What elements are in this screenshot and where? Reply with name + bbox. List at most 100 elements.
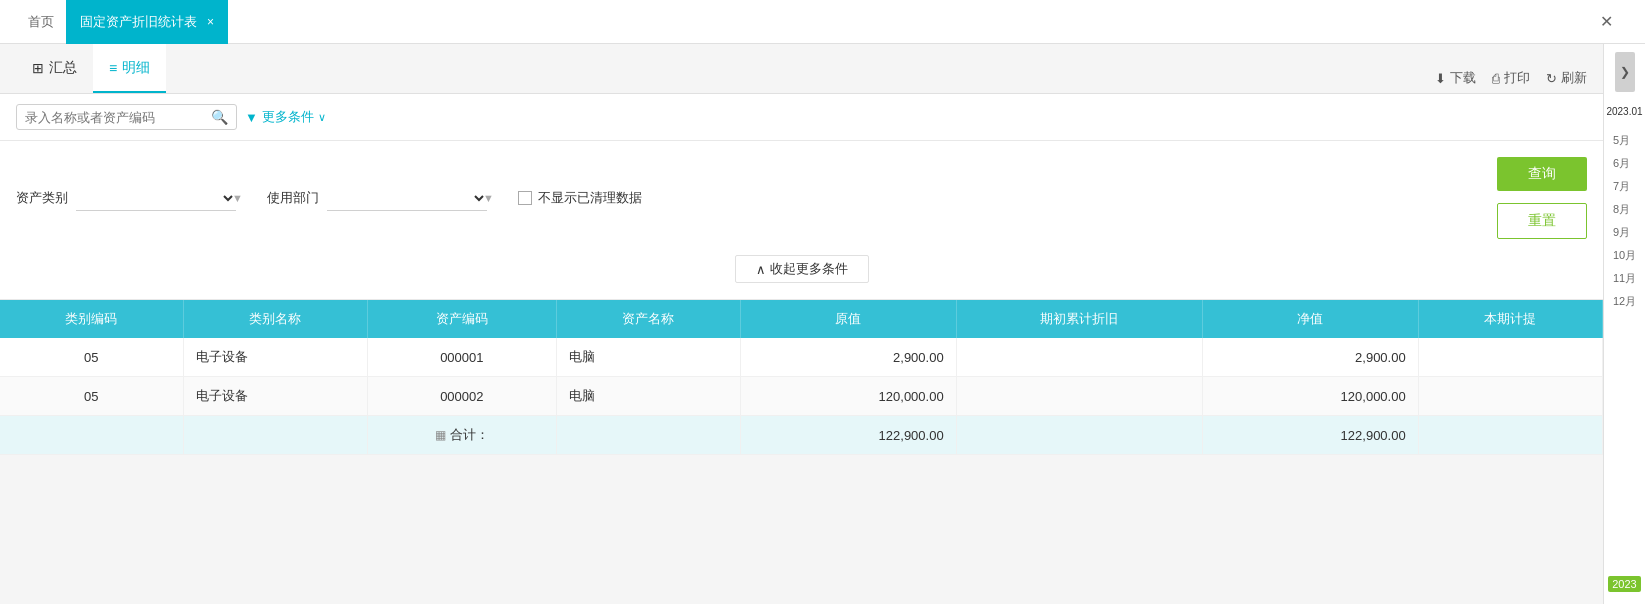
summary-icon: ⊞ bbox=[32, 60, 44, 76]
filter-asset-category: 资产类别 ▼ bbox=[16, 185, 243, 211]
col-asset-code: 资产编码 bbox=[367, 300, 556, 338]
tab-summary[interactable]: ⊞ 汇总 bbox=[16, 44, 93, 93]
print-label: 打印 bbox=[1504, 69, 1530, 87]
total-label: 合计： bbox=[450, 426, 489, 444]
collapse-icon: ∧ bbox=[756, 262, 766, 277]
date-label: 2023.01 bbox=[1606, 102, 1642, 121]
sidebar-month-item[interactable]: 5月 bbox=[1613, 129, 1636, 152]
sidebar-month-item[interactable]: 11月 bbox=[1613, 267, 1636, 290]
cell-net-value: 120,000.00 bbox=[1203, 377, 1419, 416]
category-dropdown-icon: ▼ bbox=[232, 192, 243, 204]
no-clear-data-label: 不显示已清理数据 bbox=[538, 189, 642, 207]
department-dropdown-icon: ▼ bbox=[483, 192, 494, 204]
tab-actions: ⬇ 下载 ⎙ 打印 ↻ 刷新 bbox=[1435, 69, 1587, 93]
table-row: 05 电子设备 000001 电脑 2,900.00 2,900.00 bbox=[0, 338, 1603, 377]
no-clear-data-checkbox[interactable] bbox=[518, 191, 532, 205]
cell-current-period bbox=[1418, 338, 1602, 377]
tab-close-icon[interactable]: × bbox=[207, 15, 214, 29]
tab-summary-label: 汇总 bbox=[49, 59, 77, 77]
cell-asset-code: 000001 bbox=[367, 338, 556, 377]
print-icon: ⎙ bbox=[1492, 71, 1500, 86]
total-icon: ▦ bbox=[435, 428, 446, 442]
window-close-button[interactable]: ✕ bbox=[1584, 12, 1629, 31]
search-input[interactable] bbox=[25, 110, 205, 125]
left-panel: ⊞ 汇总 ≡ 明细 ⬇ 下载 ⎙ 打印 ↻ 刷新 bbox=[0, 44, 1603, 604]
cell-net-value: 2,900.00 bbox=[1203, 338, 1419, 377]
tab-detail[interactable]: ≡ 明细 bbox=[93, 44, 166, 93]
cell-initial-depreciation bbox=[956, 377, 1202, 416]
sidebar-month-item[interactable]: 8月 bbox=[1613, 198, 1636, 221]
col-category-name: 类别名称 bbox=[183, 300, 367, 338]
sidebar-month-item[interactable]: 6月 bbox=[1613, 152, 1636, 175]
download-icon: ⬇ bbox=[1435, 71, 1446, 86]
cell-category-name: 电子设备 bbox=[183, 377, 367, 416]
cell-original-value: 120,000.00 bbox=[741, 377, 957, 416]
sidebar-month-item[interactable]: 12月 bbox=[1613, 290, 1636, 313]
detail-icon: ≡ bbox=[109, 60, 117, 76]
sidebar-month-item[interactable]: 10月 bbox=[1613, 244, 1636, 267]
collapse-button[interactable]: ∧ 收起更多条件 bbox=[735, 255, 869, 283]
tab-detail-label: 明细 bbox=[122, 59, 150, 77]
sidebar-expand-button[interactable]: ❯ bbox=[1615, 52, 1635, 92]
asset-category-select[interactable] bbox=[76, 185, 236, 211]
sidebar-month-item[interactable]: 9月 bbox=[1613, 221, 1636, 244]
total-original-value: 122,900.00 bbox=[741, 416, 957, 455]
table-total-row: ▦ 合计： 122,900.00 122,900.00 bbox=[0, 416, 1603, 455]
department-select[interactable] bbox=[327, 185, 487, 211]
filter-buttons: 查询 重置 bbox=[1497, 157, 1587, 239]
sidebar-month-item[interactable]: 7月 bbox=[1613, 175, 1636, 198]
col-net-value: 净值 bbox=[1203, 300, 1419, 338]
cell-category-code: 05 bbox=[0, 338, 183, 377]
col-initial-depreciation: 期初累计折旧 bbox=[956, 300, 1202, 338]
month-list: 5月6月7月8月9月10月11月12月 bbox=[1613, 129, 1636, 313]
table-header-row: 类别编码 类别名称 资产编码 资产名称 原值 期初累计折旧 净值 本期计提 bbox=[0, 300, 1603, 338]
download-button[interactable]: ⬇ 下载 bbox=[1435, 69, 1476, 87]
reset-button[interactable]: 重置 bbox=[1497, 203, 1587, 239]
asset-category-label: 资产类别 bbox=[16, 189, 68, 207]
refresh-icon: ↻ bbox=[1546, 71, 1557, 86]
col-asset-name: 资产名称 bbox=[556, 300, 740, 338]
department-label: 使用部门 bbox=[267, 189, 319, 207]
table-row: 05 电子设备 000002 电脑 120,000.00 120,000.00 bbox=[0, 377, 1603, 416]
total-empty-3 bbox=[556, 416, 740, 455]
right-sidebar: ❯ 2023.01 5月6月7月8月9月10月11月12月 2023 bbox=[1603, 44, 1645, 604]
search-wrap: 🔍 bbox=[16, 104, 237, 130]
search-icon: 🔍 bbox=[211, 109, 228, 125]
home-link[interactable]: 首页 bbox=[16, 13, 66, 31]
table-wrap: 类别编码 类别名称 资产编码 资产名称 原值 期初累计折旧 净值 本期计提 05… bbox=[0, 300, 1603, 604]
cell-original-value: 2,900.00 bbox=[741, 338, 957, 377]
cell-asset-name: 电脑 bbox=[556, 338, 740, 377]
total-initial-depreciation bbox=[956, 416, 1202, 455]
refresh-button[interactable]: ↻ 刷新 bbox=[1546, 69, 1587, 87]
total-net-value: 122,900.00 bbox=[1203, 416, 1419, 455]
query-button[interactable]: 查询 bbox=[1497, 157, 1587, 191]
total-label-cell: ▦ 合计： bbox=[367, 416, 556, 455]
collapse-btn-wrap: ∧ 收起更多条件 bbox=[16, 251, 1587, 291]
window-controls: ✕ bbox=[1584, 12, 1629, 31]
cell-asset-code: 000002 bbox=[367, 377, 556, 416]
expand-icon: ❯ bbox=[1620, 65, 1630, 79]
filter-bar: 🔍 ▼ 更多条件 ∨ bbox=[0, 94, 1603, 141]
print-button[interactable]: ⎙ 打印 bbox=[1492, 69, 1530, 87]
filter-icon: ▼ bbox=[245, 110, 258, 125]
download-label: 下载 bbox=[1450, 69, 1476, 87]
tab-bar: ⊞ 汇总 ≡ 明细 ⬇ 下载 ⎙ 打印 ↻ 刷新 bbox=[0, 44, 1603, 94]
collapse-label: 收起更多条件 bbox=[770, 260, 848, 278]
more-conditions-button[interactable]: ▼ 更多条件 ∨ bbox=[245, 108, 326, 126]
filter-row-1: 资产类别 ▼ 使用部门 ▼ 不显示已清理数据 bbox=[16, 157, 1587, 239]
main-content: ⊞ 汇总 ≡ 明细 ⬇ 下载 ⎙ 打印 ↻ 刷新 bbox=[0, 44, 1645, 604]
cell-asset-name: 电脑 bbox=[556, 377, 740, 416]
refresh-label: 刷新 bbox=[1561, 69, 1587, 87]
chevron-down-icon: ∨ bbox=[318, 111, 326, 124]
total-current-period bbox=[1418, 416, 1602, 455]
col-category-code: 类别编码 bbox=[0, 300, 183, 338]
advanced-filter: 资产类别 ▼ 使用部门 ▼ 不显示已清理数据 bbox=[0, 141, 1603, 300]
cell-initial-depreciation bbox=[956, 338, 1202, 377]
year-badge: 2023 bbox=[1608, 576, 1640, 592]
cell-current-period bbox=[1418, 377, 1602, 416]
total-empty-1 bbox=[0, 416, 183, 455]
top-nav: 首页 固定资产折旧统计表 × ✕ bbox=[0, 0, 1645, 44]
active-tab[interactable]: 固定资产折旧统计表 × bbox=[66, 0, 228, 44]
no-clear-data-checkbox-wrap: 不显示已清理数据 bbox=[518, 189, 642, 207]
cell-category-name: 电子设备 bbox=[183, 338, 367, 377]
